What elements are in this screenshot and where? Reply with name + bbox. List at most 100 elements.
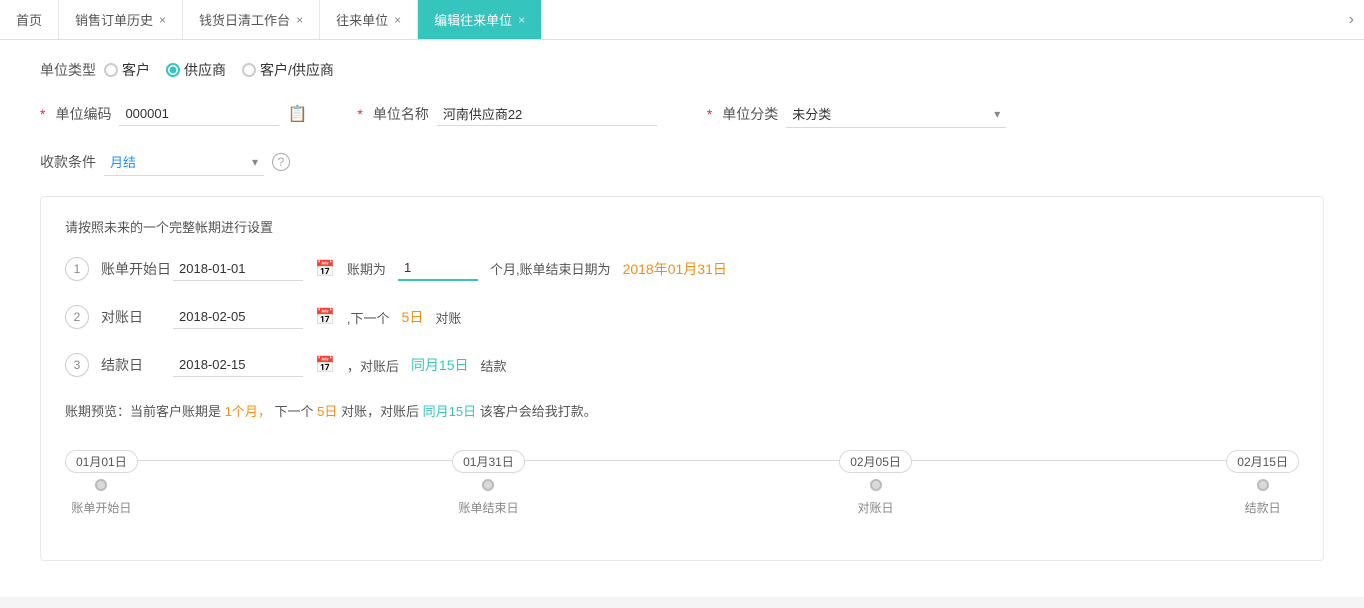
unit-type-row: 单位类型 客户 供应商 客户/供应商 (40, 60, 1324, 80)
unit-class-label: 单位分类 (722, 104, 778, 124)
tab-partner-unit-close[interactable]: × (394, 13, 401, 27)
unit-name-input[interactable] (437, 102, 657, 126)
reconcile-date-cal-icon[interactable]: 📅 (315, 307, 335, 327)
row-2-suffix-pre: ,下一个 (347, 308, 390, 327)
radio-supplier[interactable]: 供应商 (166, 60, 226, 80)
unit-info-row: * 单位编码 📋 * 单位名称 * 单位分类 未分类 ▾ (40, 100, 1324, 128)
tab-cash-work[interactable]: 钱货日清工作台 × (183, 0, 320, 39)
payment-condition-field: 收款条件 月结 ▾ ? (40, 148, 290, 176)
payment-condition-help[interactable]: ? (272, 153, 290, 171)
row-label-1: 账单开始日 (101, 259, 161, 279)
tab-home-label: 首页 (16, 10, 42, 29)
tabs-bar: 首页 销售订单历史 × 钱货日清工作台 × 往来单位 × 编辑往来单位 × › (0, 0, 1364, 40)
unit-class-field: * 单位分类 未分类 ▾ (707, 100, 1006, 128)
preview-label: 账期预览：当前客户账期是 (65, 404, 221, 419)
start-date-cal-icon[interactable]: 📅 (315, 259, 335, 279)
radio-both-label: 客户/供应商 (260, 60, 334, 80)
radio-both-circle (242, 63, 256, 77)
settlement-date-input[interactable] (173, 353, 303, 377)
point-badge-0: 01月01日 (65, 450, 138, 473)
period-input[interactable] (398, 256, 478, 281)
tab-sales-history-label: 销售订单历史 (75, 10, 153, 29)
unit-code-icon[interactable]: 📋 (287, 104, 307, 124)
payment-condition-label: 收款条件 (40, 152, 96, 172)
start-date-input[interactable] (173, 257, 303, 281)
unit-class-dropdown[interactable]: 未分类 ▾ (786, 100, 1006, 128)
row-label-2: 对账日 (101, 307, 161, 327)
preview-section: 账期预览：当前客户账期是 1个月， 下一个 5日 对账，对账后 同月15日 该客… (65, 401, 1299, 536)
radio-supplier-circle (166, 63, 180, 77)
tab-more-button[interactable]: › (1339, 0, 1364, 39)
preview-highlight3: 同月15日 (423, 404, 476, 419)
row-num-2: 2 (65, 305, 89, 329)
timeline-point-0: 01月01日 账单开始日 (65, 450, 138, 516)
radio-both[interactable]: 客户/供应商 (242, 60, 334, 80)
row-1-suffix-pre: 账期为 (347, 259, 386, 278)
setting-row-1: 1 账单开始日 📅 账期为 个月,账单结束日期为 2018年01月31日 (65, 256, 1299, 281)
unit-class-required: * (707, 106, 712, 122)
row-3-suffix-post: 结款 (481, 356, 507, 375)
point-badge-3: 02月15日 (1226, 450, 1299, 473)
timeline-point-2: 02月05日 对账日 (839, 450, 912, 516)
point-dot-2 (870, 479, 882, 491)
row-label-3: 结款日 (101, 355, 161, 375)
timeline-point-3: 02月15日 结款日 (1226, 450, 1299, 516)
preview-middle2: 对账，对账后 (341, 404, 419, 419)
point-dot-0 (95, 479, 107, 491)
point-badge-1: 01月31日 (452, 450, 525, 473)
setting-row-3: 3 结款日 📅 ，对账后 同月15日 结款 (65, 353, 1299, 377)
unit-name-label: 单位名称 (373, 104, 429, 124)
tab-home[interactable]: 首页 (0, 0, 59, 39)
point-dot-3 (1257, 479, 1269, 491)
point-dot-1 (482, 479, 494, 491)
payment-condition-value: 月结 (110, 152, 248, 171)
tab-edit-partner-label: 编辑往来单位 (434, 10, 512, 29)
unit-code-field: * 单位编码 📋 (40, 102, 307, 126)
unit-name-required: * (357, 106, 362, 122)
point-label-2: 对账日 (858, 499, 894, 516)
point-label-0: 账单开始日 (71, 499, 131, 516)
preview-middle1: 下一个 (275, 404, 314, 419)
row-3-suffix-pre: ，对账后 (347, 356, 399, 375)
radio-customer-circle (104, 63, 118, 77)
row-1-highlight-date: 2018年01月31日 (623, 259, 727, 279)
tab-sales-history[interactable]: 销售订单历史 × (59, 0, 183, 39)
preview-suffix: 该客户会给我打款。 (480, 404, 597, 419)
payment-condition-arrow: ▾ (252, 155, 258, 169)
unit-type-label: 单位类型 (40, 60, 96, 80)
unit-class-value: 未分类 (792, 104, 990, 123)
radio-customer[interactable]: 客户 (104, 60, 150, 80)
tab-edit-partner[interactable]: 编辑往来单位 × (418, 0, 542, 39)
row-1-suffix-post: 个月,账单结束日期为 (490, 259, 611, 278)
row-2-suffix-post: 对账 (435, 308, 461, 327)
tab-partner-unit-label: 往来单位 (336, 10, 388, 29)
point-badge-2: 02月05日 (839, 450, 912, 473)
unit-type-radio-group: 客户 供应商 客户/供应商 (104, 60, 334, 80)
unit-class-arrow: ▾ (994, 107, 1000, 121)
preview-highlight2: 5日 (317, 404, 337, 419)
preview-text: 账期预览：当前客户账期是 1个月， 下一个 5日 对账，对账后 同月15日 该客… (65, 401, 1299, 420)
unit-code-required: * (40, 106, 45, 122)
tab-edit-partner-close[interactable]: × (518, 13, 525, 27)
tab-cash-work-label: 钱货日清工作台 (199, 10, 290, 29)
unit-name-field: * 单位名称 (357, 102, 656, 126)
row-3-highlight-day: 同月15日 (411, 355, 469, 375)
tab-partner-unit[interactable]: 往来单位 × (320, 0, 418, 39)
point-label-1: 账单结束日 (458, 499, 518, 516)
payment-condition-dropdown[interactable]: 月结 ▾ (104, 148, 264, 176)
preview-highlight1: 1个月， (225, 404, 271, 419)
settlement-date-cal-icon[interactable]: 📅 (315, 355, 335, 375)
timeline-point-1: 01月31日 账单结束日 (452, 450, 525, 516)
radio-customer-label: 客户 (122, 60, 150, 80)
row-num-1: 1 (65, 257, 89, 281)
settings-panel: 请按照未来的一个完整帐期进行设置 1 账单开始日 📅 账期为 个月,账单结束日期… (40, 196, 1324, 561)
timeline-points: 01月01日 账单开始日 01月31日 账单结束日 02月05日 对账日 02月… (65, 450, 1299, 516)
unit-code-input[interactable] (119, 102, 279, 126)
panel-title: 请按照未来的一个完整帐期进行设置 (65, 217, 1299, 236)
row-2-highlight-day: 5日 (402, 307, 424, 327)
point-label-3: 结款日 (1245, 499, 1281, 516)
reconcile-date-input[interactable] (173, 305, 303, 329)
tab-cash-work-close[interactable]: × (296, 13, 303, 27)
tab-sales-history-close[interactable]: × (159, 13, 166, 27)
payment-condition-row: 收款条件 月结 ▾ ? (40, 148, 1324, 176)
